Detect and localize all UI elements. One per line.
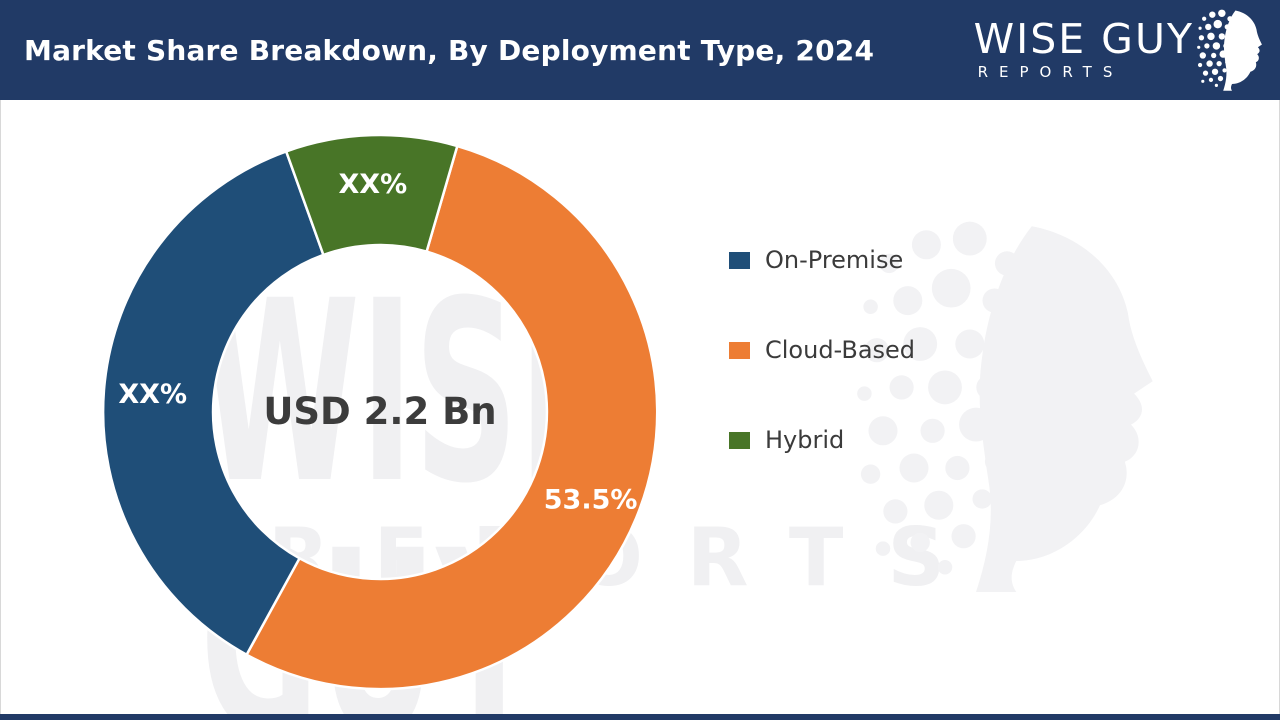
page-title: Market Share Breakdown, By Deployment Ty…: [24, 33, 875, 67]
legend-label: On-Premise: [765, 246, 904, 274]
legend-label: Cloud-Based: [765, 336, 916, 364]
slice-label-cloud-based: 53.5%: [544, 484, 638, 515]
brand-head-icon: [1196, 9, 1264, 91]
page: Market Share Breakdown, By Deployment Ty…: [0, 0, 1280, 720]
legend-item-hybrid[interactable]: Hybrid: [729, 426, 915, 454]
donut-center-value: USD 2.2 Bn: [263, 390, 496, 433]
legend-label: Hybrid: [765, 426, 845, 454]
legend-swatch: [729, 431, 750, 449]
footer-bar: [0, 714, 1280, 720]
header-bar: Market Share Breakdown, By Deployment Ty…: [0, 0, 1280, 100]
brand-logo-main: WISE GUY: [973, 15, 1194, 63]
brand-logo-sub: REPORTS: [977, 63, 1124, 81]
slice-label-hybrid: XX%: [338, 169, 407, 200]
donut-chart: 53.5% XX% XX% USD 2.2 Bn: [101, 133, 659, 691]
legend-item-on-premise[interactable]: On-Premise: [729, 246, 915, 274]
legend-item-cloud-based[interactable]: Cloud-Based: [729, 336, 916, 364]
brand-logo: WISE GUY REPORTS: [974, 9, 1264, 91]
legend-swatch: [729, 251, 750, 269]
legend-swatch: [729, 341, 750, 359]
slice-label-on-premise: XX%: [118, 379, 187, 410]
brand-logo-text: WISE GUY REPORTS: [973, 15, 1194, 82]
chart-legend: On-Premise Cloud-Based Hybrid: [729, 246, 916, 517]
